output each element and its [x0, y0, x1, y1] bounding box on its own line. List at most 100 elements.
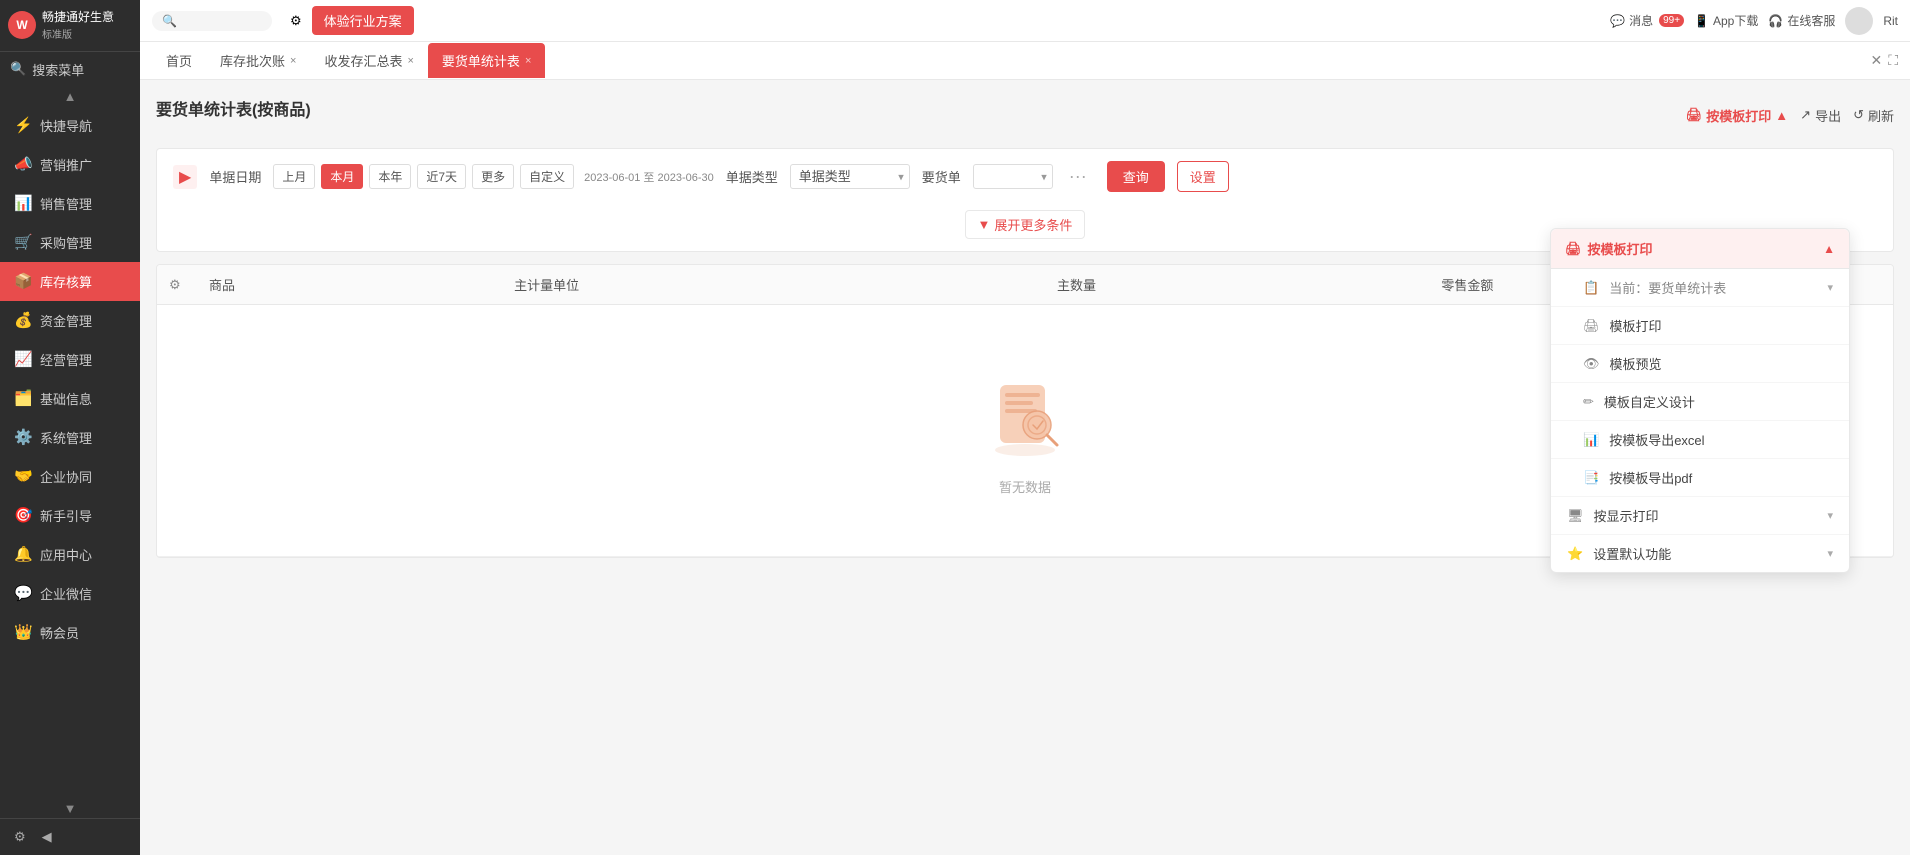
sidebar-scroll-up[interactable]: ▲ — [0, 87, 140, 106]
tab-maximize-icon[interactable]: ⛶ — [1888, 52, 1898, 69]
export-button[interactable]: ↗ 导出 — [1800, 106, 1841, 125]
message-button[interactable]: 💬 消息 99+ — [1610, 12, 1684, 29]
date-more-button[interactable]: 更多 — [472, 164, 514, 189]
order-select-wrapper: ▾ — [973, 164, 1053, 189]
sidebar-logo: W 畅捷通好生意 标准版 — [0, 0, 140, 52]
tab-home-label: 首页 — [166, 51, 192, 70]
dropdown-template-export-pdf[interactable]: 📑 按模板导出pdf — [1551, 459, 1849, 497]
sidebar-item-member[interactable]: 👑 畅会员 — [0, 613, 140, 652]
sidebar-item-cooperation[interactable]: 🤝 企业协同 — [0, 457, 140, 496]
settings-button[interactable]: 设置 — [1177, 161, 1229, 192]
sidebar-item-label: 应用中心 — [40, 545, 92, 564]
industry-solution-button[interactable]: 体验行业方案 — [312, 6, 414, 35]
sidebar-item-basic[interactable]: 🗂️ 基础信息 — [0, 379, 140, 418]
guide-icon: 🎯 — [14, 506, 32, 524]
date-current-year-button[interactable]: 本年 — [369, 164, 411, 189]
sidebar-nav: ⚡ 快捷导航 📣 营销推广 📊 销售管理 🛒 采购管理 📦 库存核算 💰 资金管… — [0, 106, 140, 799]
sidebar-item-guide[interactable]: 🎯 新手引导 — [0, 496, 140, 535]
cooperation-icon: 🤝 — [14, 467, 32, 485]
sidebar-item-sales[interactable]: 📊 销售管理 — [0, 184, 140, 223]
sidebar-item-inventory[interactable]: 📦 库存核算 — [0, 262, 140, 301]
user-avatar[interactable] — [1845, 7, 1873, 35]
sidebar-footer: ⚙ ◀ — [0, 818, 140, 855]
sidebar-item-marketing[interactable]: 📣 营销推广 — [0, 145, 140, 184]
dropdown-print-icon: 🖨 — [1565, 241, 1582, 257]
tab-collect-summary[interactable]: 收发存汇总表 × — [310, 43, 427, 78]
dropdown-template-excel-icon: 📊 — [1583, 432, 1599, 448]
sidebar-search[interactable]: 🔍 搜索菜单 — [0, 52, 140, 87]
order-select[interactable] — [973, 164, 1053, 189]
table-header-qty: 主数量 — [1045, 265, 1429, 305]
online-service-button[interactable]: 🎧 在线客服 — [1768, 12, 1835, 29]
expand-more-button[interactable]: ▼ 展开更多条件 — [965, 210, 1086, 239]
sidebar-item-label: 畅会员 — [40, 623, 79, 642]
table-header-settings[interactable]: ⚙ — [157, 265, 197, 305]
tab-order-stats[interactable]: 要货单统计表 × — [428, 43, 545, 78]
sidebar-item-system[interactable]: ⚙️ 系统管理 — [0, 418, 140, 457]
sidebar-item-operations[interactable]: 📈 经营管理 — [0, 340, 140, 379]
dropdown-current-template[interactable]: 📋 当前：要货单统计表 ▾ — [1551, 269, 1849, 307]
sidebar-scroll-down[interactable]: ▼ — [0, 799, 140, 818]
app-download-button[interactable]: 📱 App下载 — [1694, 12, 1758, 29]
operations-icon: 📈 — [14, 350, 32, 368]
dropdown-template-preview-label: 模板预览 — [1610, 354, 1662, 373]
filter-more-icon[interactable]: ··· — [1069, 166, 1087, 187]
sidebar-item-label: 新手引导 — [40, 506, 92, 525]
tab-order-stats-close[interactable]: × — [525, 55, 531, 67]
system-icon: ⚙️ — [14, 428, 32, 446]
tab-home[interactable]: 首页 — [152, 43, 206, 78]
app-download-label: App下载 — [1713, 12, 1758, 29]
print-icon: 🖨 — [1686, 107, 1703, 123]
tab-batch-account[interactable]: 库存批次账 × — [206, 43, 310, 78]
main-content: 🔍 ⚙ 体验行业方案 💬 消息 99+ 📱 App下载 🎧 在线客服 Rit — [140, 0, 1910, 855]
refresh-label: 刷新 — [1868, 106, 1894, 125]
sidebar-item-wechat[interactable]: 💬 企业微信 — [0, 574, 140, 613]
sidebar-settings-icon[interactable]: ⚙ — [14, 829, 26, 845]
sidebar-item-finance[interactable]: 💰 资金管理 — [0, 301, 140, 340]
filter-expand-toggle[interactable]: ▶ — [173, 165, 197, 189]
topbar-gear-icon[interactable]: ⚙ — [290, 13, 302, 29]
dropdown-header-right: ▲ — [1823, 242, 1835, 256]
date-prev-month-button[interactable]: 上月 — [273, 164, 315, 189]
table-header-goods: 商品 — [197, 265, 502, 305]
date-current-month-button[interactable]: 本月 — [321, 164, 363, 189]
query-button[interactable]: 查询 — [1107, 161, 1165, 192]
dropdown-set-default-icon: ⭐ — [1567, 546, 1583, 562]
type-select[interactable]: 单据类型 — [790, 164, 910, 189]
tab-batch-account-label: 库存批次账 — [220, 51, 285, 70]
dropdown-template-print[interactable]: 🖨 模板打印 — [1551, 307, 1849, 345]
wechat-icon: 💬 — [14, 584, 32, 602]
date-custom-button[interactable]: 自定义 — [520, 164, 574, 189]
dropdown-template-design[interactable]: ✏ 模板自定义设计 — [1551, 383, 1849, 421]
dropdown-set-default[interactable]: ⭐ 设置默认功能 ▾ — [1551, 535, 1849, 572]
tabs-end: ✕ ⛶ — [1870, 52, 1898, 69]
tab-collect-summary-close[interactable]: × — [407, 55, 413, 67]
sidebar-collapse-icon[interactable]: ◀ — [42, 829, 52, 845]
sidebar-item-label: 基础信息 — [40, 389, 92, 408]
dropdown-template-preview[interactable]: 👁 模板预览 — [1551, 345, 1849, 383]
dropdown-collapse-icon[interactable]: ▲ — [1823, 242, 1835, 256]
topbar-search-box[interactable]: 🔍 — [152, 11, 272, 31]
sidebar-item-quick-nav[interactable]: ⚡ 快捷导航 — [0, 106, 140, 145]
table-col-settings-icon[interactable]: ⚙ — [169, 277, 181, 292]
print-template-label: 按模板打印 — [1706, 106, 1771, 125]
tab-order-stats-label: 要货单统计表 — [442, 51, 520, 70]
tab-batch-account-close[interactable]: × — [290, 55, 296, 67]
type-label: 单据类型 — [726, 167, 778, 186]
sidebar-item-label: 销售管理 — [40, 194, 92, 213]
tab-close-window-icon[interactable]: ✕ — [1870, 52, 1882, 69]
print-template-button[interactable]: 🖨 按模板打印 ▲ — [1686, 106, 1788, 125]
sales-icon: 📊 — [14, 194, 32, 212]
dropdown-template-export-excel[interactable]: 📊 按模板导出excel — [1551, 421, 1849, 459]
filter-row: ▶ 单据日期 上月 本月 本年 近7天 更多 自定义 2023-06-01 至 … — [173, 161, 1877, 192]
sidebar-item-purchase[interactable]: 🛒 采购管理 — [0, 223, 140, 262]
date-last7days-button[interactable]: 近7天 — [417, 164, 466, 189]
refresh-button[interactable]: ↺ 刷新 — [1853, 106, 1894, 125]
dropdown-template-design-label: 模板自定义设计 — [1604, 392, 1695, 411]
app-name: 畅捷通好生意 — [42, 10, 114, 26]
sidebar-item-appstore[interactable]: 🔔 应用中心 — [0, 535, 140, 574]
empty-state-text: 暂无数据 — [999, 477, 1051, 496]
page-title: 要货单统计表(按商品) — [156, 96, 311, 120]
dropdown-display-print[interactable]: 🖥 按显示打印 ▾ — [1551, 497, 1849, 535]
export-icon: ↗ — [1800, 107, 1811, 123]
